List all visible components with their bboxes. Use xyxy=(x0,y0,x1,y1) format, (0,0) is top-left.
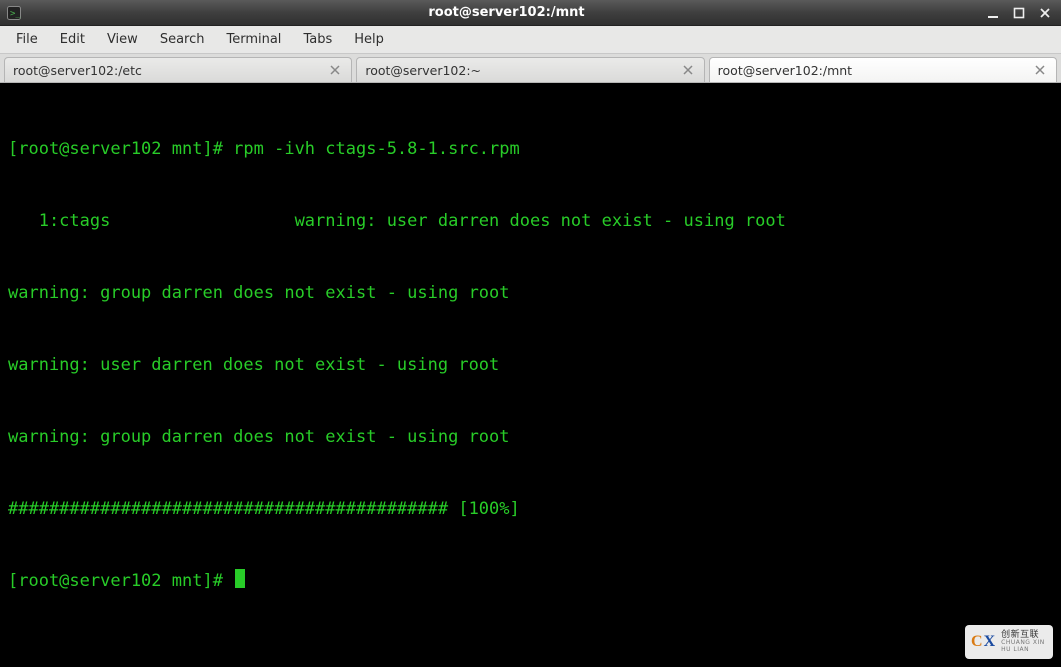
close-button[interactable] xyxy=(1035,5,1055,21)
terminal-viewport[interactable]: [root@server102 mnt]# rpm -ivh ctags-5.8… xyxy=(0,83,1061,667)
menu-view[interactable]: View xyxy=(97,28,148,51)
close-icon[interactable] xyxy=(1032,62,1048,78)
tabbar: root@server102:/etc root@server102:~ roo… xyxy=(0,54,1061,83)
terminal-prompt-line: [root@server102 mnt]# xyxy=(8,569,1053,593)
watermark-en: CHUANG XIN HU LIAN xyxy=(1001,640,1047,653)
terminal-line: 1:ctags warning: user darren does not ex… xyxy=(8,209,1053,233)
terminal-line: ########################################… xyxy=(8,497,1053,521)
terminal-prompt: [root@server102 mnt]# xyxy=(8,571,233,591)
terminal-line: [root@server102 mnt]# rpm -ivh ctags-5.8… xyxy=(8,137,1053,161)
menu-search[interactable]: Search xyxy=(150,28,215,51)
tab-home[interactable]: root@server102:~ xyxy=(356,57,704,82)
tab-etc[interactable]: root@server102:/etc xyxy=(4,57,352,82)
svg-text:>_: >_ xyxy=(10,9,21,19)
terminal-line: warning: group darren does not exist - u… xyxy=(8,281,1053,305)
menubar: File Edit View Search Terminal Tabs Help xyxy=(0,26,1061,54)
maximize-button[interactable] xyxy=(1009,5,1029,21)
menu-edit[interactable]: Edit xyxy=(50,28,95,51)
tab-mnt[interactable]: root@server102:/mnt xyxy=(709,57,1057,82)
menu-file[interactable]: File xyxy=(6,28,48,51)
watermark-text: 创新互联 CHUANG XIN HU LIAN xyxy=(1001,631,1047,653)
menu-tabs[interactable]: Tabs xyxy=(293,28,342,51)
window-titlebar: >_ root@server102:/mnt xyxy=(0,0,1061,26)
terminal-app-icon: >_ xyxy=(6,5,22,21)
window-title: root@server102:/mnt xyxy=(30,5,983,20)
tab-label: root@server102:/mnt xyxy=(718,63,1026,78)
terminal-line: warning: group darren does not exist - u… xyxy=(8,425,1053,449)
watermark-logo-icon: CX xyxy=(971,633,995,651)
minimize-button[interactable] xyxy=(983,5,1003,21)
close-icon[interactable] xyxy=(680,62,696,78)
terminal-line: warning: user darren does not exist - us… xyxy=(8,353,1053,377)
terminal-cursor xyxy=(235,569,245,588)
menu-terminal[interactable]: Terminal xyxy=(216,28,291,51)
tab-label: root@server102:~ xyxy=(365,63,673,78)
menu-help[interactable]: Help xyxy=(344,28,394,51)
tab-label: root@server102:/etc xyxy=(13,63,321,78)
watermark: CX 创新互联 CHUANG XIN HU LIAN xyxy=(965,625,1053,659)
close-icon[interactable] xyxy=(327,62,343,78)
vertical-scrollbar[interactable] xyxy=(1054,83,1059,667)
